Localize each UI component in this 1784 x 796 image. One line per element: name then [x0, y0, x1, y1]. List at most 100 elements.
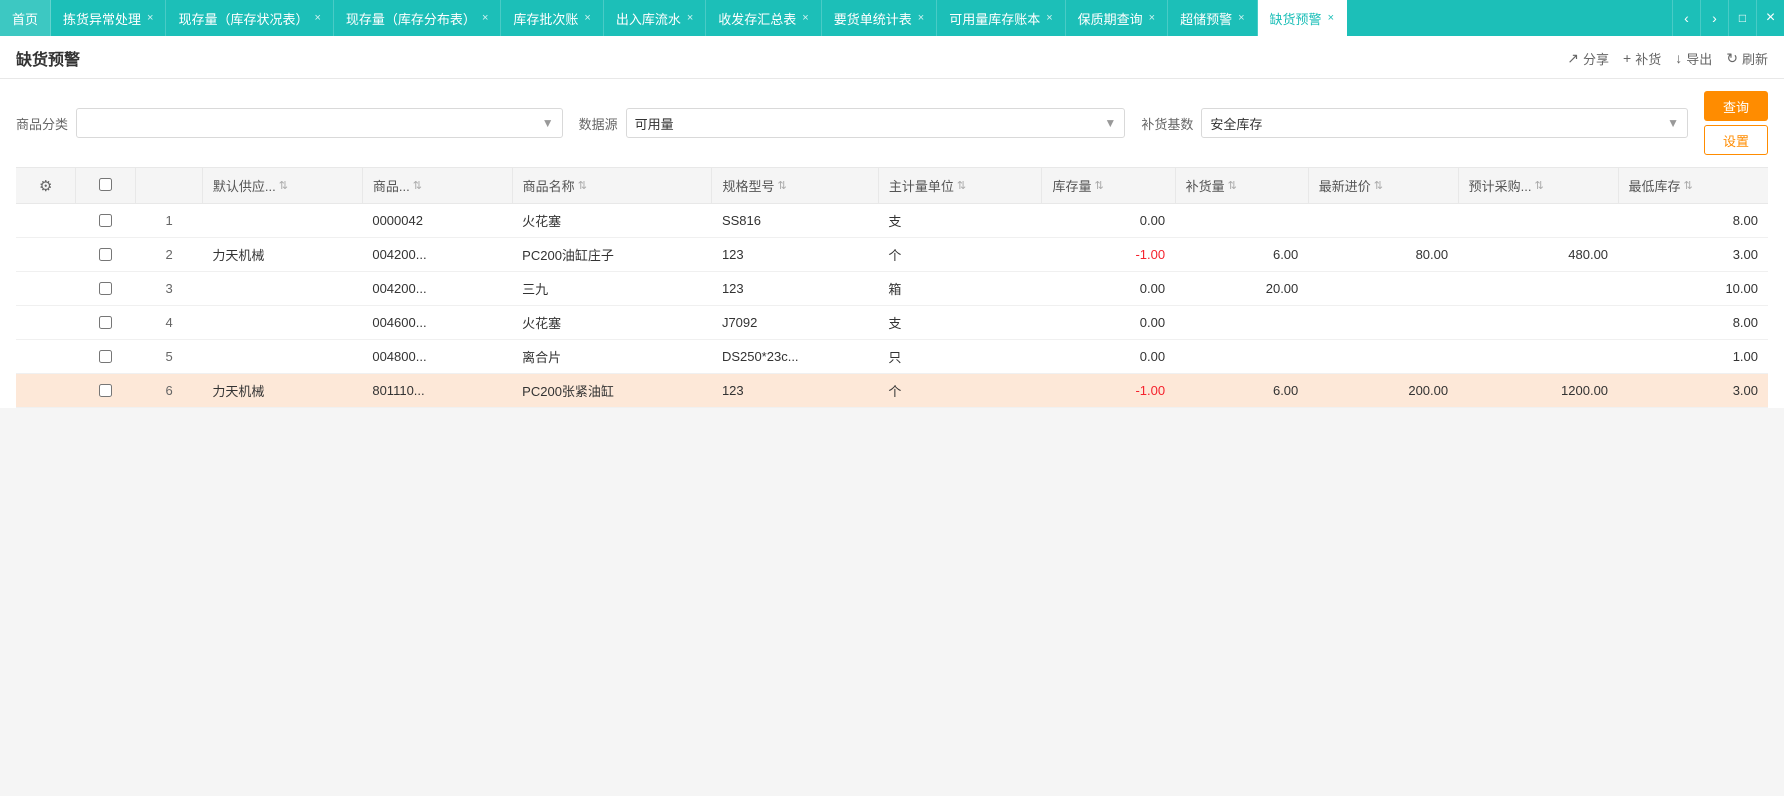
tab-next-button[interactable]: ›: [1700, 0, 1728, 36]
tab-overstock[interactable]: 超储预警×: [1168, 0, 1257, 36]
th-latest-price[interactable]: 最新进价 ⇅: [1308, 168, 1458, 204]
tab-prev-button[interactable]: ‹: [1672, 0, 1700, 36]
cell-replenish-4: [1175, 340, 1308, 374]
th-code[interactable]: 商品... ⇅: [362, 168, 512, 204]
settings-button[interactable]: 设置: [1704, 125, 1768, 155]
category-select[interactable]: ▼: [76, 108, 563, 138]
datasource-arrow-icon: ▼: [1104, 116, 1116, 130]
export-button[interactable]: ↓ 导出: [1675, 49, 1712, 68]
sort-name-icon: ⇅: [578, 179, 587, 192]
tab-close-icon[interactable]: ×: [1238, 12, 1244, 24]
replenish-basis-value: 安全库存: [1210, 114, 1262, 133]
cell-est-purchase-2: [1458, 272, 1618, 306]
page-content: 缺货预警 ↗ 分享 + 补货 ↓ 导出 ↻ 刷新 商品分类: [0, 36, 1784, 408]
cell-index-4: 5: [136, 340, 203, 374]
tab-batch-account[interactable]: 库存批次账×: [501, 0, 603, 36]
tab-restore-button[interactable]: □: [1728, 0, 1756, 36]
cell-spec-4: DS250*23c...: [712, 340, 878, 374]
cell-stock-0: 0.00: [1042, 204, 1175, 238]
sort-spec-icon: ⇅: [777, 179, 786, 192]
th-est-purchase[interactable]: 预计采购... ⇅: [1458, 168, 1618, 204]
replenish-button[interactable]: + 补货: [1623, 49, 1661, 68]
share-button[interactable]: ↗ 分享: [1567, 49, 1609, 68]
refresh-icon: ↻: [1726, 50, 1738, 67]
sort-supplier-icon: ⇅: [279, 179, 288, 192]
tab-abnormal[interactable]: 拣货异常处理 ×: [51, 0, 166, 36]
tab-label: 出入库流水: [616, 9, 681, 28]
tab-close-icon[interactable]: ×: [802, 12, 808, 24]
datasource-label: 数据源: [579, 114, 618, 133]
tab-receive-summary[interactable]: 收发存汇总表×: [706, 0, 821, 36]
th-unit[interactable]: 主计量单位 ⇅: [878, 168, 1042, 204]
tab-stock-dist[interactable]: 现存量（库存分布表）×: [334, 0, 501, 36]
tab-close-icon[interactable]: ×: [918, 12, 924, 24]
cell-name-2: 三九: [512, 272, 712, 306]
tab-nav-buttons: ‹ › □ ×: [1672, 0, 1784, 36]
select-all-checkbox[interactable]: [99, 178, 112, 191]
cell-supplier-1: 力天机械: [202, 238, 362, 272]
table-wrapper: ⚙ 默认供应... ⇅ 商品...: [0, 167, 1784, 408]
tab-close-icon[interactable]: ×: [687, 12, 693, 24]
replenish-basis-select[interactable]: 安全库存 ▼: [1201, 108, 1688, 138]
cell-replenish-0: [1175, 204, 1308, 238]
tab-close-all-button[interactable]: ×: [1756, 0, 1784, 36]
cell-checkbox-0: [76, 204, 136, 238]
cell-replenish-3: [1175, 306, 1308, 340]
tab-label: 拣货异常处理: [63, 9, 141, 28]
th-name[interactable]: 商品名称 ⇅: [512, 168, 712, 204]
cell-replenish-5: 6.00: [1175, 374, 1308, 408]
th-stock[interactable]: 库存量 ⇅: [1042, 168, 1175, 204]
cell-name-3: 火花塞: [512, 306, 712, 340]
sort-code-icon: ⇅: [413, 179, 422, 192]
cell-unit-0: 支: [878, 204, 1042, 238]
cell-index-1: 2: [136, 238, 203, 272]
cell-supplier-0: [202, 204, 362, 238]
filter-bar: 商品分类 ▼ 数据源 可用量 ▼ 补货基数 安全库存 ▼ 查询 设置: [0, 79, 1784, 167]
cell-stock-2: 0.00: [1042, 272, 1175, 306]
cell-supplier-4: [202, 340, 362, 374]
tab-close-icon[interactable]: ×: [482, 12, 488, 24]
th-supplier[interactable]: 默认供应... ⇅: [202, 168, 362, 204]
cell-price-4: [1308, 340, 1458, 374]
row-checkbox-2[interactable]: [99, 282, 112, 295]
tab-demand-stat[interactable]: 要货单统计表×: [822, 0, 937, 36]
tab-shortage[interactable]: 缺货预警×: [1258, 0, 1347, 36]
cell-unit-1: 个: [878, 238, 1042, 272]
cell-stock-4: 0.00: [1042, 340, 1175, 374]
cell-checkbox-4: [76, 340, 136, 374]
cell-stock-3: 0.00: [1042, 306, 1175, 340]
row-checkbox-0[interactable]: [99, 214, 112, 227]
tab-expiry[interactable]: 保质期查询×: [1066, 0, 1168, 36]
query-button[interactable]: 查询: [1704, 91, 1768, 121]
th-min-stock[interactable]: 最低库存 ⇅: [1618, 168, 1768, 204]
tab-close-icon[interactable]: ×: [314, 12, 320, 24]
cell-checkbox-3: [76, 306, 136, 340]
sort-replenish-icon: ⇅: [1228, 179, 1237, 192]
cell-checkbox-5: [76, 374, 136, 408]
tab-close-icon[interactable]: ×: [584, 12, 590, 24]
tab-avail-ledger[interactable]: 可用量库存账本×: [937, 0, 1065, 36]
replenish-icon: +: [1623, 50, 1631, 66]
th-spec[interactable]: 规格型号 ⇅: [712, 168, 878, 204]
th-replenish[interactable]: 补货量 ⇅: [1175, 168, 1308, 204]
tab-close-icon[interactable]: ×: [1328, 12, 1334, 24]
tab-close-icon[interactable]: ×: [1046, 12, 1052, 24]
cell-est-purchase-4: [1458, 340, 1618, 374]
tab-stock-status[interactable]: 现存量（库存状况表）×: [166, 0, 333, 36]
tab-home[interactable]: 首页: [0, 0, 51, 36]
row-checkbox-1[interactable]: [99, 248, 112, 261]
cell-index-5: 6: [136, 374, 203, 408]
refresh-button[interactable]: ↻ 刷新: [1726, 49, 1768, 68]
table-row: 4 004600... 火花塞 J7092 支 0.00 8.00: [16, 306, 1768, 340]
row-checkbox-4[interactable]: [99, 350, 112, 363]
row-checkbox-5[interactable]: [99, 384, 112, 397]
tab-close-icon[interactable]: ×: [1149, 12, 1155, 24]
cell-unit-5: 个: [878, 374, 1042, 408]
tab-close-icon[interactable]: ×: [147, 12, 153, 24]
row-checkbox-3[interactable]: [99, 316, 112, 329]
cell-est-purchase-3: [1458, 306, 1618, 340]
th-gear[interactable]: ⚙: [16, 168, 76, 204]
table-settings-gear-icon[interactable]: ⚙: [39, 178, 52, 195]
datasource-select[interactable]: 可用量 ▼: [626, 108, 1126, 138]
tab-inout-flow[interactable]: 出入库流水 ×: [604, 0, 706, 36]
